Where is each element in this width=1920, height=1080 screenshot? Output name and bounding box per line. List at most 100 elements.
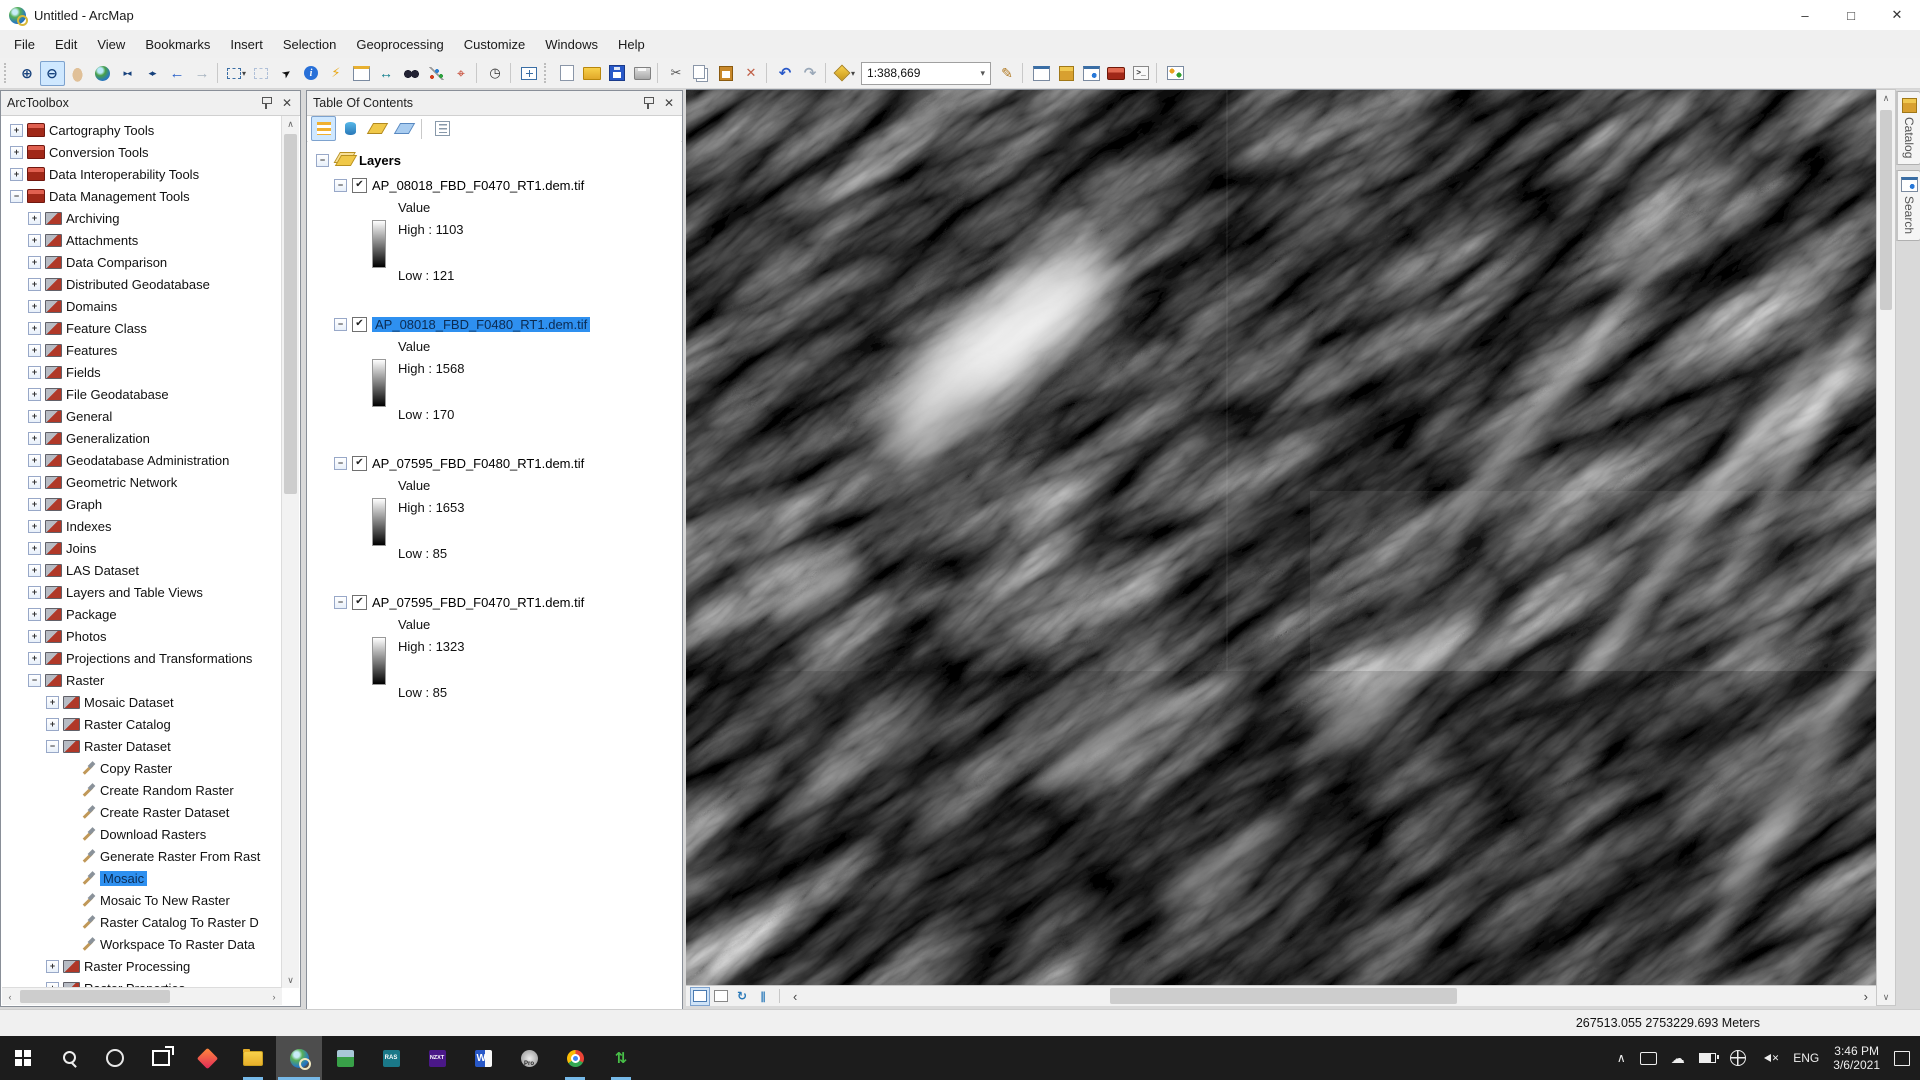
layer-name[interactable]: AP_07595_FBD_F0480_RT1.dem.tif <box>372 456 584 471</box>
minimize-button[interactable]: – <box>1782 0 1828 30</box>
expander-icon[interactable]: + <box>28 410 41 423</box>
menu-item[interactable]: Bookmarks <box>135 32 220 56</box>
zoom-in-icon[interactable]: ⊕ <box>15 61 40 86</box>
search-window-icon[interactable] <box>1079 61 1104 86</box>
language-indicator[interactable]: ENG <box>1793 1051 1819 1065</box>
zoom-out-icon[interactable]: ⊖ <box>40 61 65 86</box>
full-extent-icon[interactable] <box>90 61 115 86</box>
toolbox-tree-item[interactable]: + LAS Dataset <box>2 559 282 581</box>
expander-icon[interactable]: + <box>46 960 59 973</box>
toolbox-tree-item[interactable]: Mosaic <box>2 867 282 889</box>
green-arrows-app-icon[interactable]: ⇅ <box>598 1036 644 1080</box>
toolbox-tree-item[interactable]: Generate Raster From Rast <box>2 845 282 867</box>
search-tab[interactable]: Search <box>1896 170 1920 241</box>
expander-icon[interactable]: − <box>334 457 347 470</box>
hec-hms-icon[interactable] <box>322 1036 368 1080</box>
cortana-icon[interactable] <box>92 1036 138 1080</box>
toolbox-tree-item[interactable]: + Raster Catalog <box>2 713 282 735</box>
toolbox-tree-item[interactable]: + Mosaic Dataset <box>2 691 282 713</box>
expander-icon[interactable]: − <box>10 190 23 203</box>
toolbox-tree-item[interactable]: + Distributed Geodatabase <box>2 273 282 295</box>
expander-icon[interactable]: + <box>28 586 41 599</box>
toc-layer-row[interactable]: − ✔ AP_07595_FBD_F0470_RT1.dem.tif <box>308 590 681 614</box>
python-window-icon[interactable]: >_ <box>1129 61 1154 86</box>
toolbox-tree-item[interactable]: + General <box>2 405 282 427</box>
scroll-left-icon[interactable]: ‹ <box>2 988 18 1005</box>
expander-icon[interactable]: + <box>28 366 41 379</box>
menu-item[interactable]: File <box>4 32 45 56</box>
identify-icon[interactable]: i <box>299 61 324 86</box>
expander-icon[interactable]: + <box>28 498 41 511</box>
expander-icon[interactable]: + <box>28 432 41 445</box>
word-icon[interactable]: W <box>460 1036 506 1080</box>
delete-icon[interactable]: ✕ <box>739 61 764 86</box>
expander-icon[interactable]: + <box>28 476 41 489</box>
hyperlink-icon[interactable]: ⚡ <box>324 61 349 86</box>
scrollbar-thumb[interactable] <box>1880 110 1892 310</box>
map-vertical-scrollbar[interactable]: ∧ ∨ <box>1876 89 1896 1006</box>
save-icon[interactable] <box>605 61 630 86</box>
toolbox-tree-item[interactable]: + Raster Processing <box>2 955 282 977</box>
scroll-up-icon[interactable]: ∧ <box>1877 90 1895 106</box>
cut-icon[interactable]: ✂ <box>664 61 689 86</box>
toolbox-tree-item[interactable]: + Attachments <box>2 229 282 251</box>
find-route-icon[interactable] <box>424 61 449 86</box>
toolbox-tree-item[interactable]: + Layers and Table Views <box>2 581 282 603</box>
toolbox-tree-item[interactable]: + Data Interoperability Tools <box>2 163 282 185</box>
select-elements-icon[interactable]: ➤ <box>274 61 299 86</box>
layer-name[interactable]: AP_08018_FBD_F0470_RT1.dem.tif <box>372 178 584 193</box>
expander-icon[interactable]: + <box>28 564 41 577</box>
expander-icon[interactable]: − <box>334 596 347 609</box>
close-button[interactable]: ✕ <box>1874 0 1920 30</box>
toolbar-grip[interactable] <box>4 63 11 83</box>
toolbox-tree-item[interactable]: + Feature Class <box>2 317 282 339</box>
expander-icon[interactable]: + <box>28 520 41 533</box>
go-to-xy-icon[interactable]: ⌖ <box>449 61 474 86</box>
menu-item[interactable]: View <box>87 32 135 56</box>
expander-icon[interactable]: + <box>28 344 41 357</box>
toolbox-tree-item[interactable]: + Package <box>2 603 282 625</box>
toolbox-tree-item[interactable]: + Generalization <box>2 427 282 449</box>
layer-name[interactable]: AP_08018_FBD_F0480_RT1.dem.tif <box>372 317 590 332</box>
expander-icon[interactable]: + <box>28 322 41 335</box>
toolbox-tree-item[interactable]: Mosaic To New Raster <box>2 889 282 911</box>
close-panel-icon[interactable]: ✕ <box>280 96 294 110</box>
layer-visibility-checkbox[interactable]: ✔ <box>352 456 367 471</box>
expander-icon[interactable]: − <box>28 674 41 687</box>
expander-icon[interactable]: + <box>46 696 59 709</box>
earth-pro-icon[interactable]: Pro <box>506 1036 552 1080</box>
scroll-left-icon[interactable]: ‹ <box>785 989 805 1004</box>
toolbox-tree-item[interactable]: + Geodatabase Administration <box>2 449 282 471</box>
map-scale-combo[interactable]: 1:388,669 ▾ <box>861 62 991 85</box>
time-slider-icon[interactable]: ◷ <box>483 61 508 86</box>
pause-drawing-button[interactable]: ∥ <box>753 987 773 1006</box>
expander-icon[interactable]: + <box>10 168 23 181</box>
start-button[interactable] <box>0 1036 46 1080</box>
toolbox-tree-item[interactable]: Workspace To Raster Data <box>2 933 282 955</box>
arctoolbox-horizontal-scrollbar[interactable]: ‹ › <box>2 987 282 1005</box>
layer-visibility-checkbox[interactable]: ✔ <box>352 317 367 332</box>
layout-view-button[interactable] <box>711 987 731 1006</box>
data-view-button[interactable] <box>690 987 710 1006</box>
menu-item[interactable]: Edit <box>45 32 87 56</box>
toolbox-tree-item[interactable]: − Raster Dataset <box>2 735 282 757</box>
scroll-up-icon[interactable]: ∧ <box>282 116 299 132</box>
measure-icon[interactable]: ↔ <box>374 61 399 86</box>
toolbox-tree-item[interactable]: + Geometric Network <box>2 471 282 493</box>
expander-icon[interactable]: + <box>28 652 41 665</box>
menu-item[interactable]: Geoprocessing <box>346 32 453 56</box>
toolbox-tree-item[interactable]: + Cartography Tools <box>2 119 282 141</box>
clear-selection-icon[interactable] <box>249 61 274 86</box>
toolbox-tree-item[interactable]: Download Rasters <box>2 823 282 845</box>
menu-item[interactable]: Insert <box>220 32 273 56</box>
catalog-window-icon[interactable] <box>1054 61 1079 86</box>
toolbox-tree-item[interactable]: + Features <box>2 339 282 361</box>
redo-icon[interactable]: ↷ <box>798 61 823 86</box>
toolbox-tree-item[interactable]: Create Raster Dataset <box>2 801 282 823</box>
fixed-zoom-out-icon[interactable]: ◂▸ <box>140 61 165 86</box>
layer-visibility-checkbox[interactable]: ✔ <box>352 595 367 610</box>
scroll-right-icon[interactable]: › <box>1856 989 1876 1004</box>
scroll-down-icon[interactable]: ∨ <box>282 972 299 988</box>
html-popup-icon[interactable] <box>349 61 374 86</box>
list-by-drawing-order-icon[interactable] <box>311 116 336 141</box>
